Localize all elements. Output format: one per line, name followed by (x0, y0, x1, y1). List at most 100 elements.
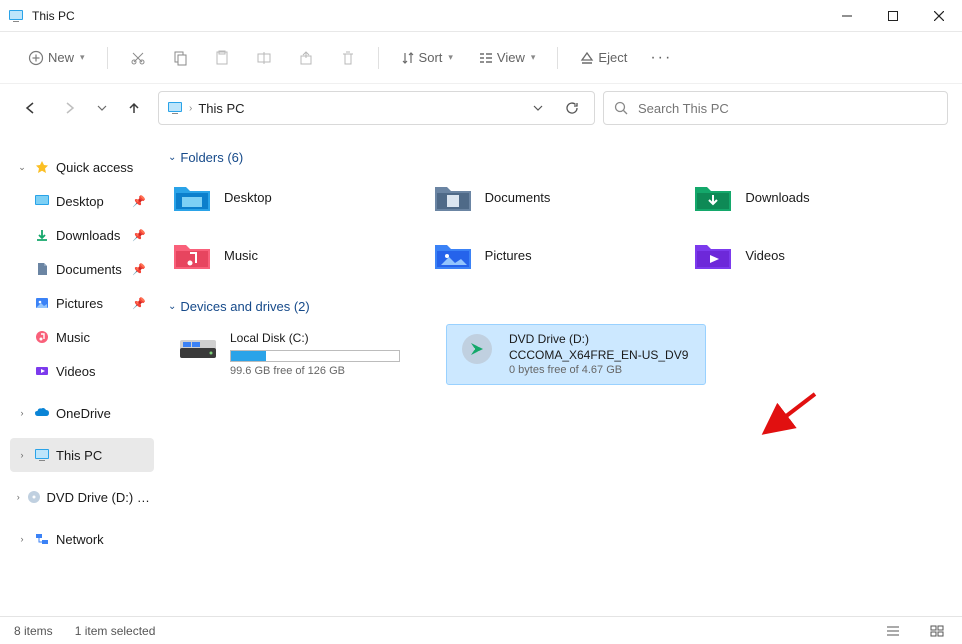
forward-button[interactable] (54, 92, 86, 124)
sort-button[interactable]: Sort ▾ (391, 40, 463, 76)
folder-label: Desktop (224, 190, 272, 205)
maximize-button[interactable] (870, 0, 916, 32)
pin-icon[interactable]: 📌 (132, 229, 146, 242)
chevron-right-icon: › (189, 103, 192, 114)
sort-icon (401, 51, 415, 65)
sidebar-item-network[interactable]: › Network (10, 522, 154, 556)
sidebar-item-dvd[interactable]: › DVD Drive (D:) CCCOMA_X64FRE_EN-US_DV9 (10, 480, 154, 514)
network-icon (34, 531, 50, 547)
new-button[interactable]: New ▾ (18, 40, 95, 76)
folder-desktop[interactable]: Desktop (168, 175, 421, 219)
chevron-right-icon[interactable]: › (16, 408, 28, 418)
rename-button[interactable] (246, 40, 282, 76)
group-header-folders[interactable]: ⌄ Folders (6) (168, 150, 942, 165)
dvd-install-icon (457, 331, 497, 367)
share-button[interactable] (288, 40, 324, 76)
disc-icon (27, 489, 41, 505)
chevron-right-icon[interactable]: › (16, 534, 28, 544)
folder-pictures[interactable]: Pictures (429, 233, 682, 277)
separator (107, 47, 108, 69)
search-input[interactable] (638, 101, 937, 116)
folders-grid: Desktop Documents Downloads Music Pictur… (168, 175, 942, 277)
main-content: ⌄ Folders (6) Desktop Documents Download… (160, 132, 962, 616)
cut-button[interactable] (120, 40, 156, 76)
copy-icon (172, 50, 188, 66)
hdd-icon (178, 330, 218, 366)
folder-label: Downloads (745, 190, 809, 205)
view-button[interactable]: View ▾ (469, 40, 545, 76)
star-icon (34, 159, 50, 175)
copy-button[interactable] (162, 40, 198, 76)
folder-label: Pictures (485, 248, 532, 263)
folder-music[interactable]: Music (168, 233, 421, 277)
sidebar-label: Videos (56, 364, 96, 379)
folder-documents[interactable]: Documents (429, 175, 682, 219)
drive-volume: CCCOMA_X64FRE_EN-US_DV9 (509, 347, 688, 363)
body: ⌄ Quick access Desktop 📌 Downloads 📌 Doc… (0, 132, 962, 616)
sidebar-label: Desktop (56, 194, 104, 209)
view-icon (479, 51, 493, 65)
pin-icon[interactable]: 📌 (132, 263, 146, 276)
view-label: View (497, 50, 525, 65)
search-icon (614, 101, 628, 115)
chevron-right-icon[interactable]: › (16, 450, 28, 460)
address-dropdown-button[interactable] (524, 103, 552, 113)
this-pc-icon (34, 447, 50, 463)
details-view-button[interactable] (882, 622, 904, 640)
chevron-right-icon[interactable]: › (16, 492, 21, 502)
eject-label: Eject (598, 50, 627, 65)
drive-local-c[interactable]: Local Disk (C:) 99.6 GB free of 126 GB (168, 324, 428, 385)
music-icon (34, 329, 50, 345)
folder-downloads[interactable]: Downloads (689, 175, 942, 219)
minimize-button[interactable] (824, 0, 870, 32)
chevron-down-icon: ▾ (448, 52, 453, 63)
desktop-icon (34, 193, 50, 209)
sidebar-label: Network (56, 532, 104, 547)
documents-folder-icon (433, 179, 473, 215)
sidebar-item-desktop[interactable]: Desktop 📌 (10, 184, 154, 218)
delete-button[interactable] (330, 40, 366, 76)
sidebar-item-documents[interactable]: Documents 📌 (10, 252, 154, 286)
drive-free: 0 bytes free of 4.67 GB (509, 363, 688, 378)
desktop-folder-icon (172, 179, 212, 215)
sidebar-item-music[interactable]: Music (10, 320, 154, 354)
pictures-folder-icon (433, 237, 473, 273)
back-button[interactable] (14, 92, 46, 124)
drive-free: 99.6 GB free of 126 GB (230, 364, 400, 379)
pin-icon[interactable]: 📌 (132, 297, 146, 310)
sort-label: Sort (419, 50, 443, 65)
paste-button[interactable] (204, 40, 240, 76)
window-controls (824, 0, 962, 32)
sidebar-item-quick-access[interactable]: ⌄ Quick access (10, 150, 154, 184)
more-button[interactable]: ··· (643, 40, 679, 76)
document-icon (34, 261, 50, 277)
sidebar-item-onedrive[interactable]: › OneDrive (10, 396, 154, 430)
folder-videos[interactable]: Videos (689, 233, 942, 277)
drive-dvd-d[interactable]: DVD Drive (D:) CCCOMA_X64FRE_EN-US_DV9 0… (446, 324, 706, 385)
refresh-button[interactable] (558, 101, 586, 115)
sidebar-item-pictures[interactable]: Pictures 📌 (10, 286, 154, 320)
close-button[interactable] (916, 0, 962, 32)
thumbnails-view-button[interactable] (926, 622, 948, 640)
pin-icon[interactable]: 📌 (132, 195, 146, 208)
sidebar-item-this-pc[interactable]: › This PC (10, 438, 154, 472)
search-box[interactable] (603, 91, 948, 125)
annotation-arrow (760, 390, 820, 438)
sidebar-item-downloads[interactable]: Downloads 📌 (10, 218, 154, 252)
drives-grid: Local Disk (C:) 99.6 GB free of 126 GB D… (168, 324, 942, 385)
scissors-icon (130, 50, 146, 66)
drive-name: DVD Drive (D:) (509, 331, 688, 347)
sidebar-label: DVD Drive (D:) CCCOMA_X64FRE_EN-US_DV9 (47, 490, 154, 505)
sidebar-label: Pictures (56, 296, 103, 311)
sidebar-item-videos[interactable]: Videos (10, 354, 154, 388)
chevron-down-icon[interactable]: ⌄ (16, 162, 28, 173)
videos-folder-icon (693, 237, 733, 273)
chevron-down-icon: ▾ (531, 52, 536, 63)
address-bar[interactable]: › This PC (158, 91, 595, 125)
breadcrumb-location[interactable]: This PC (198, 101, 244, 116)
eject-button[interactable]: Eject (570, 40, 637, 76)
recent-button[interactable] (94, 92, 110, 124)
folder-label: Documents (485, 190, 551, 205)
up-button[interactable] (118, 92, 150, 124)
group-header-devices[interactable]: ⌄ Devices and drives (2) (168, 299, 942, 314)
